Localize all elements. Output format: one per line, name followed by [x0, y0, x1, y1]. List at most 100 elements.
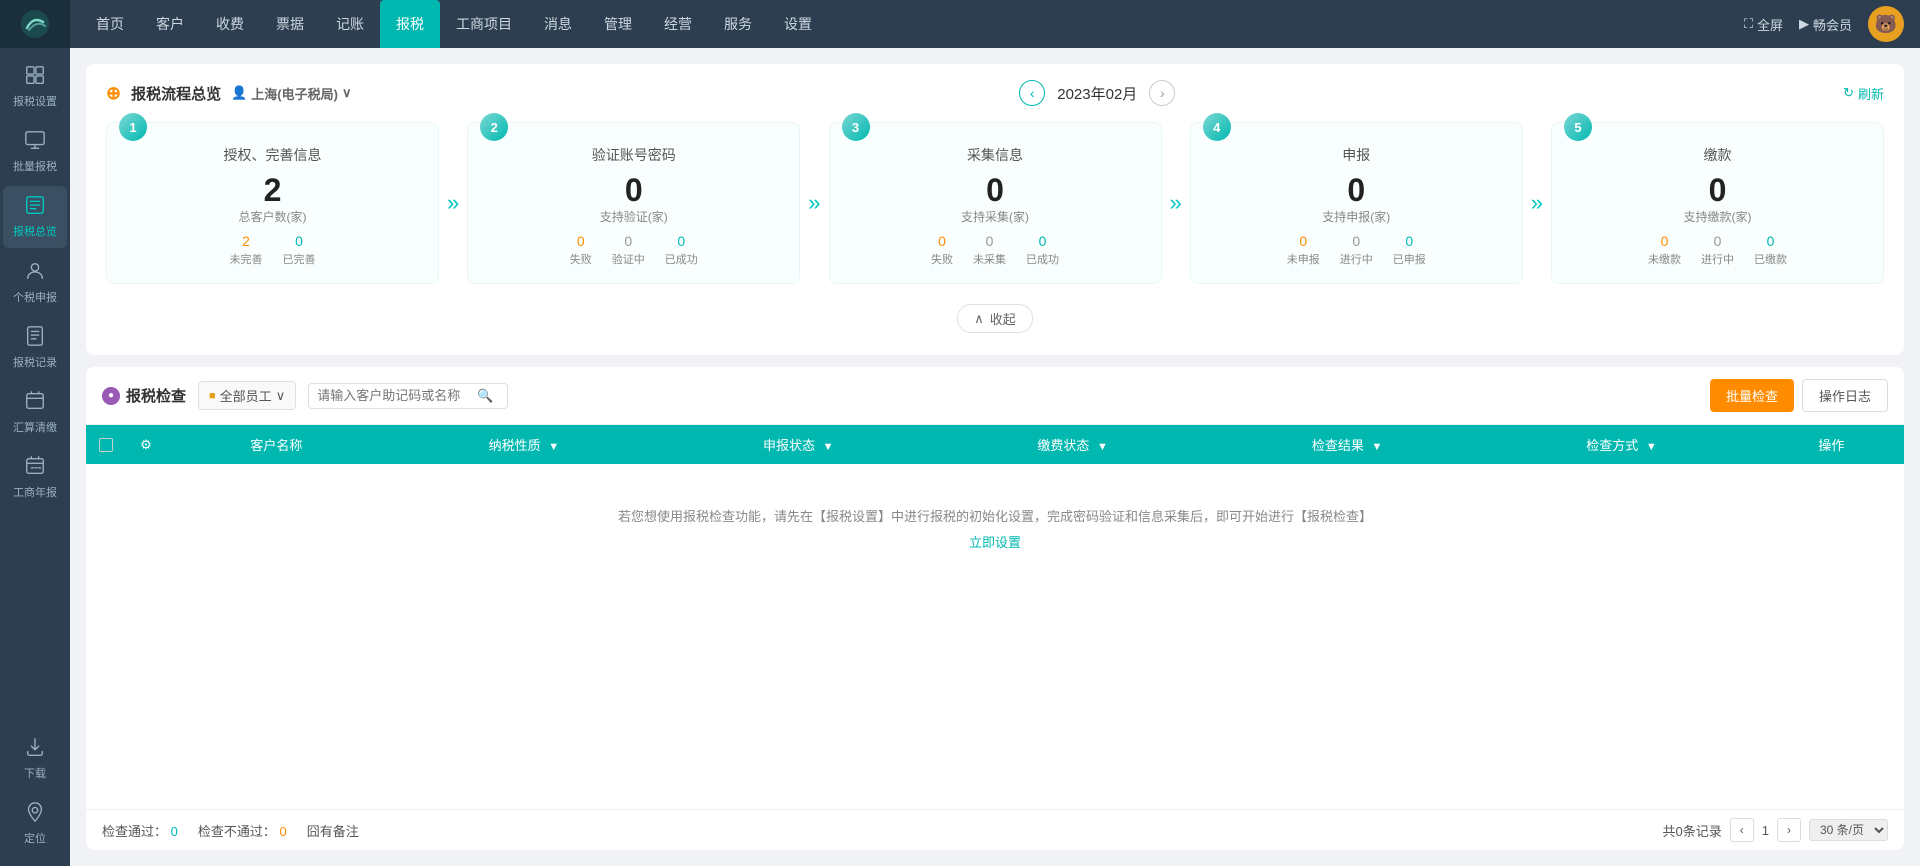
step-1-title: 授权、完善信息 [224, 145, 322, 165]
sidebar-item-overview[interactable]: 报税总览 [3, 186, 67, 247]
step-2-stat-2[interactable]: 0 已成功 [665, 233, 698, 267]
vip-btn[interactable]: ▶ 畅会员 [1799, 15, 1852, 34]
step-1-lbl-1: 已完善 [283, 251, 316, 267]
step-2-card: 2 验证账号密码 0 支持验证(家) 0 失败 0 验证中 [467, 122, 800, 284]
sidebar-label-download: 下载 [24, 768, 46, 781]
sidebar-label-annual-report: 工商年报 [13, 487, 57, 500]
step-5-stat-0[interactable]: 0 未缴款 [1648, 233, 1681, 267]
fail-label: 检查不通过： 0 [198, 821, 287, 840]
nav-settings[interactable]: 设置 [768, 0, 828, 48]
step-3-main-num: 0 [986, 173, 1004, 208]
step-1-stat-0[interactable]: 2 未完善 [230, 233, 263, 267]
sidebar-label-overview: 报税总览 [13, 226, 57, 239]
step-5-title: 缴款 [1704, 145, 1732, 165]
nav-client[interactable]: 客户 [140, 0, 200, 48]
setup-link[interactable]: 立即设置 [969, 535, 1021, 550]
nav-invoice[interactable]: 票据 [260, 0, 320, 48]
nav-tax[interactable]: 报税 [380, 0, 440, 48]
step-1-val-0: 2 [242, 233, 250, 249]
step-4-stat-1[interactable]: 0 进行中 [1340, 233, 1373, 267]
filter-declare-icon[interactable]: ▼ [823, 441, 834, 453]
step-4-stat-2[interactable]: 0 已申报 [1393, 233, 1426, 267]
step-4-stat-0[interactable]: 0 未申报 [1287, 233, 1320, 267]
sidebar-item-annual-report[interactable]: 工商年报 [3, 447, 67, 508]
nav-business[interactable]: 工商项目 [440, 0, 528, 48]
step-2-stat-1[interactable]: 0 验证中 [612, 233, 645, 267]
batch-check-button[interactable]: 批量检查 [1710, 379, 1794, 412]
filter-method-icon[interactable]: ▼ [1646, 441, 1657, 453]
sidebar-item-personal-tax[interactable]: 个税申报 [3, 252, 67, 313]
avatar[interactable]: 🐻 [1868, 6, 1904, 42]
nav-items: 首页 客户 收费 票据 记账 报税 工商项目 消息 管理 经营 服务 设置 [70, 0, 1744, 48]
collapse-btn[interactable]: ∧ 收起 [957, 304, 1033, 333]
operation-log-button[interactable]: 操作日志 [1802, 379, 1888, 412]
arrow-3: » [1162, 122, 1190, 284]
sidebar-item-download[interactable]: 下载 [3, 728, 67, 789]
select-all-checkbox[interactable] [99, 438, 113, 452]
page-size-select[interactable]: 30 条/页 [1809, 819, 1888, 841]
collapse-bar: ∧ 收起 [106, 298, 1884, 339]
month-label: 2023年02月 [1057, 83, 1137, 104]
sidebar-item-location[interactable]: 定位 [3, 793, 67, 854]
step-3-stat-0[interactable]: 0 失败 [931, 233, 953, 267]
gear-icon[interactable]: ⚙ [140, 437, 152, 452]
col-check-method: 检查方式 ▼ [1484, 425, 1758, 464]
refresh-icon: ↻ [1843, 85, 1854, 101]
check-purple-icon: ● [102, 387, 120, 405]
overview-card: ⊕ 报税流程总览 👤 上海(电子税局) ∨ ‹ 2023年02月 › ↻ 刷新 [86, 64, 1904, 355]
search-icon[interactable]: 🔍 [477, 388, 493, 404]
arrow-1: » [439, 122, 467, 284]
nav-accounting[interactable]: 记账 [320, 0, 380, 48]
filter-pay-icon[interactable]: ▼ [1097, 441, 1108, 453]
collapse-up-icon: ∧ [974, 311, 984, 327]
refresh-btn[interactable]: ↻ 刷新 [1843, 84, 1884, 103]
step-5-stat-1[interactable]: 0 进行中 [1701, 233, 1734, 267]
employee-filter[interactable]: ■ 全部员工 ∨ [198, 381, 296, 410]
prev-month-btn[interactable]: ‹ [1019, 80, 1045, 106]
personal-tax-icon [24, 260, 46, 288]
nav-manage[interactable]: 管理 [588, 0, 648, 48]
steps-row: 1 授权、完善信息 2 总客户数(家) 2 未完善 0 已完善 [106, 122, 1884, 284]
sidebar-item-tax-record[interactable]: 报税记录 [3, 317, 67, 378]
nav-operation[interactable]: 经营 [648, 0, 708, 48]
step-5-stat-2[interactable]: 0 已缴款 [1754, 233, 1787, 267]
step-1-lbl-0: 未完善 [230, 251, 263, 267]
sidebar-item-batch-tax[interactable]: 批量报税 [3, 121, 67, 182]
pass-count[interactable]: 0 [171, 824, 178, 839]
sidebar: 报税设置 批量报税 报税总览 [0, 48, 70, 866]
col-declare-status: 申报状态 ▼ [661, 425, 935, 464]
filter-tax-nature-icon[interactable]: ▼ [548, 441, 559, 453]
filter-result-icon[interactable]: ▼ [1371, 441, 1382, 453]
location-icon-small: 👤 [231, 85, 247, 101]
step-1-val-1: 0 [295, 233, 303, 249]
nav-fee[interactable]: 收费 [200, 0, 260, 48]
step-1-stat-1[interactable]: 0 已完善 [283, 233, 316, 267]
filter-label: 全部员工 [220, 386, 272, 405]
step-2-main-num: 0 [625, 173, 643, 208]
note-label: 囧有备注 [307, 821, 359, 840]
step-5-stats: 0 未缴款 0 进行中 0 已缴款 [1648, 233, 1787, 267]
step-4-sub: 支持申报(家) [1322, 208, 1390, 225]
sidebar-label-batch-tax: 批量报税 [13, 161, 57, 174]
sidebar-item-settlement[interactable]: 汇算清缴 [3, 382, 67, 443]
sidebar-label-settlement: 汇算清缴 [13, 422, 57, 435]
nav-service[interactable]: 服务 [708, 0, 768, 48]
nav-message[interactable]: 消息 [528, 0, 588, 48]
fail-count[interactable]: 0 [280, 824, 287, 839]
check-card: ● 报税检查 ■ 全部员工 ∨ 🔍 批量检查 操作日志 [86, 367, 1904, 850]
step-2-stat-0[interactable]: 0 失败 [570, 233, 592, 267]
sidebar-label-personal-tax: 个税申报 [13, 292, 57, 305]
step-3-stat-2[interactable]: 0 已成功 [1026, 233, 1059, 267]
check-table: ⚙ 客户名称 纳税性质 ▼ 申报状态 ▼ [86, 425, 1904, 596]
app-logo[interactable] [0, 0, 70, 48]
prev-page-btn[interactable]: ‹ [1730, 818, 1754, 842]
next-month-btn[interactable]: › [1149, 80, 1175, 106]
search-input[interactable] [317, 388, 477, 403]
location-tag[interactable]: 👤 上海(电子税局) ∨ [231, 84, 351, 103]
step-3-stat-1[interactable]: 0 未采集 [973, 233, 1006, 267]
nav-home[interactable]: 首页 [80, 0, 140, 48]
sidebar-item-tax-settings[interactable]: 报税设置 [3, 56, 67, 117]
fullscreen-btn[interactable]: ⛶ 全屏 [1744, 15, 1783, 34]
footer-right: 共0条记录 ‹ 1 › 30 条/页 [1663, 818, 1888, 842]
next-page-btn[interactable]: › [1777, 818, 1801, 842]
